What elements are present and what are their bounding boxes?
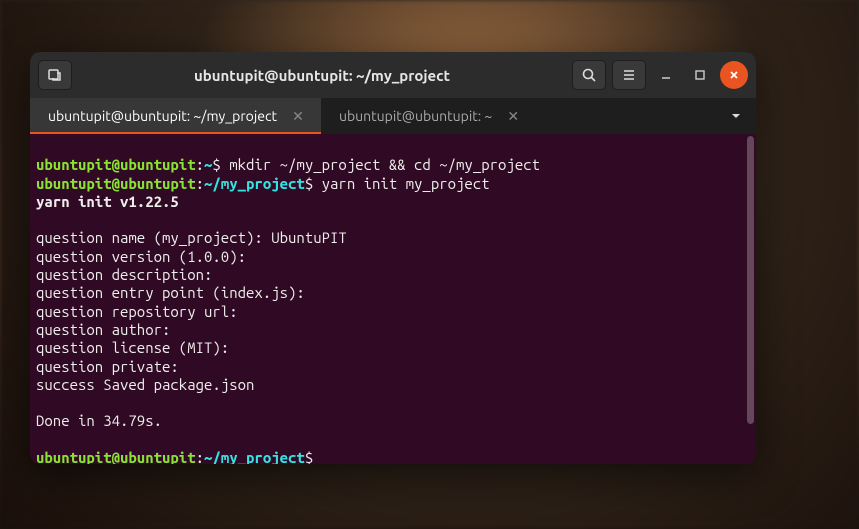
output-line: question author:: [36, 321, 170, 338]
titlebar: ubuntupit@ubuntupit: ~/my_project: [30, 52, 756, 98]
prompt-sep: :: [196, 449, 204, 464]
terminal-body[interactable]: ubuntupit@ubuntupit:~$ mkdir ~/my_projec…: [30, 134, 756, 464]
prompt-user: ubuntupit@ubuntupit: [36, 449, 196, 464]
prompt-dollar: $: [305, 449, 313, 464]
output-line: question repository url:: [36, 303, 238, 320]
output-line: question name (my_project): UbuntuPIT: [36, 229, 347, 246]
output-line: question version (1.0.0):: [36, 248, 246, 265]
tab-label: ubuntupit@ubuntupit: ~/my_project: [48, 108, 277, 124]
prompt-dollar: $: [305, 175, 313, 192]
tab-inactive[interactable]: ubuntupit@ubuntupit: ~ ✕: [321, 98, 536, 134]
prompt-user: ubuntupit@ubuntupit: [36, 175, 196, 192]
new-tab-button[interactable]: [38, 60, 72, 90]
output-line: Done in 34.79s.: [36, 412, 162, 429]
minimize-button[interactable]: [652, 61, 680, 89]
prompt-user: ubuntupit@ubuntupit: [36, 156, 196, 173]
window-title: ubuntupit@ubuntupit: ~/my_project: [78, 67, 566, 84]
hamburger-menu-button[interactable]: [612, 60, 646, 90]
output-line: question entry point (index.js):: [36, 284, 305, 301]
tab-label: ubuntupit@ubuntupit: ~: [339, 108, 492, 124]
terminal-window: ubuntupit@ubuntupit: ~/my_project ubu: [30, 52, 756, 464]
prompt-path: ~/my_project: [204, 175, 305, 192]
output-line: question description:: [36, 266, 212, 283]
close-button[interactable]: [720, 61, 748, 89]
prompt-sep: :: [196, 156, 204, 173]
tab-dropdown-button[interactable]: [716, 98, 756, 134]
prompt-dollar: $: [212, 156, 220, 173]
close-icon[interactable]: ✕: [289, 108, 307, 125]
output-line: yarn init v1.22.5: [36, 193, 179, 210]
maximize-button[interactable]: [686, 61, 714, 89]
output-line: question private:: [36, 358, 179, 375]
tab-active[interactable]: ubuntupit@ubuntupit: ~/my_project ✕: [30, 98, 321, 134]
search-button[interactable]: [572, 60, 606, 90]
cmd-text: yarn init my_project: [313, 175, 489, 192]
prompt-path: ~/my_project: [204, 449, 305, 464]
prompt-sep: :: [196, 175, 204, 192]
window-controls: [652, 61, 748, 89]
tab-bar: ubuntupit@ubuntupit: ~/my_project ✕ ubun…: [30, 98, 756, 134]
close-icon[interactable]: ✕: [504, 108, 522, 125]
cmd-text: mkdir ~/my_project && cd ~/my_project: [221, 156, 540, 173]
output-line: question license (MIT):: [36, 339, 229, 356]
scrollbar[interactable]: [747, 136, 754, 424]
output-line: success Saved package.json: [36, 376, 254, 393]
